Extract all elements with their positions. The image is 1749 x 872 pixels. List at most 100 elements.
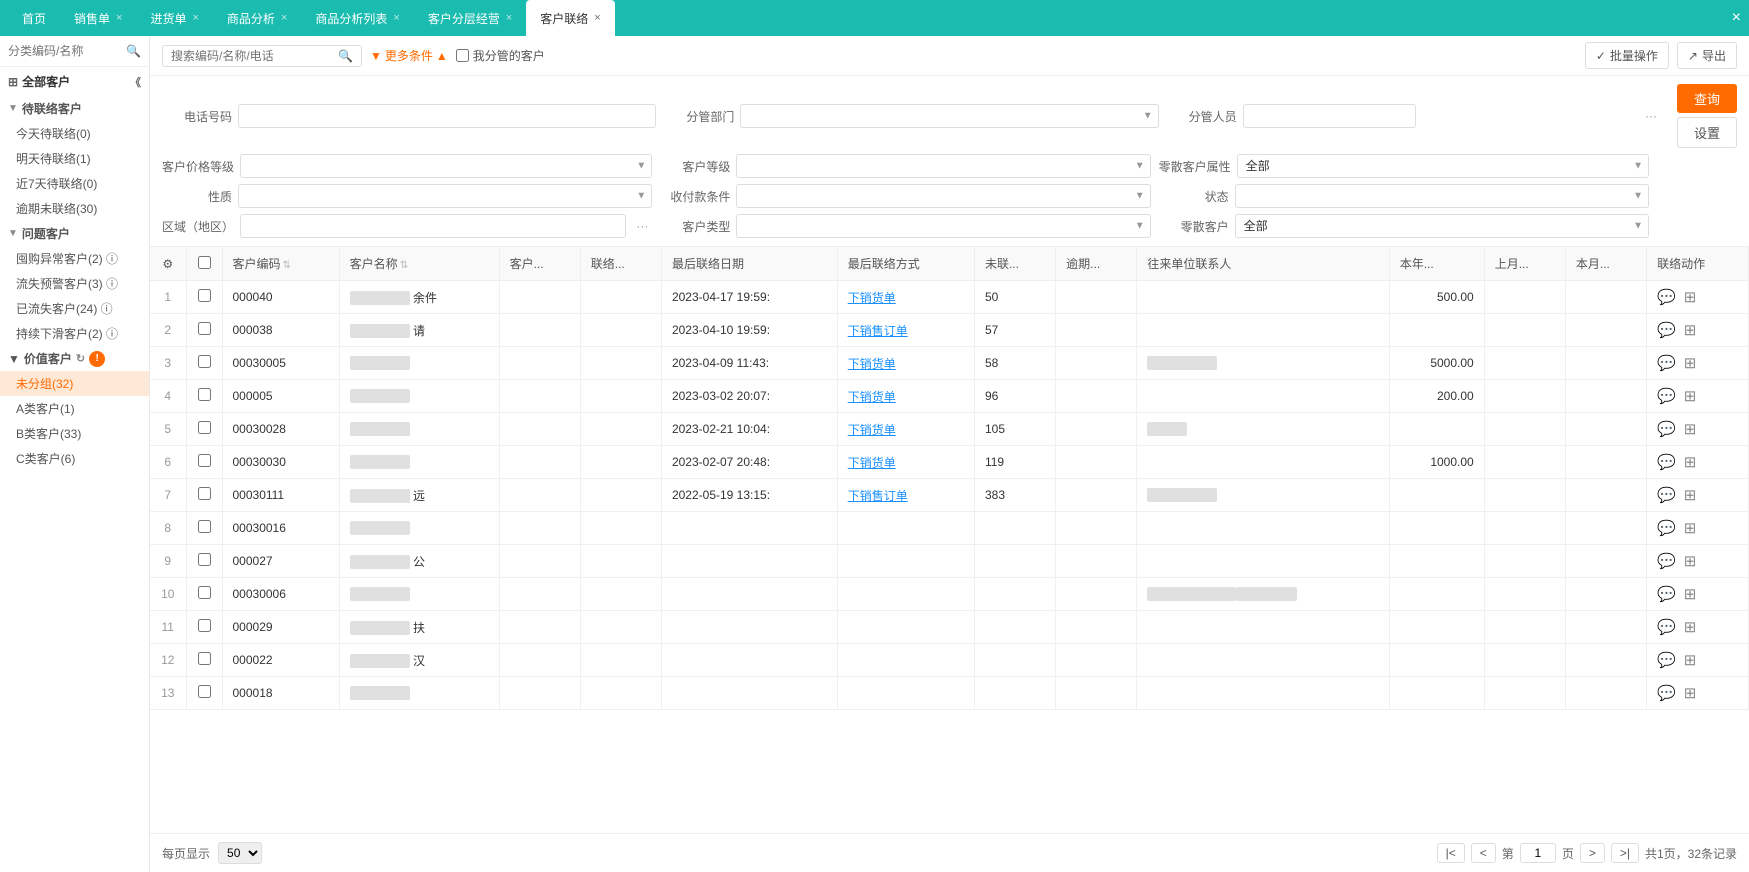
last-method-link[interactable]: 下销货单 <box>848 423 896 437</box>
action-more-icon[interactable]: ⊞ <box>1684 387 1697 405</box>
sidebar-search-icon[interactable]: 🔍 <box>126 44 141 58</box>
manager-dots-icon[interactable]: ··· <box>1641 109 1661 123</box>
sidebar-item-abnormal[interactable]: 囤购异常客户(2) ⓘ <box>0 246 149 271</box>
filter-input-manager[interactable] <box>1243 104 1416 128</box>
more-conditions-toggle[interactable]: ▼ 更多条件 ▲ <box>370 47 448 64</box>
action-message-icon[interactable]: 💬 <box>1657 618 1676 636</box>
action-more-icon[interactable]: ⊞ <box>1684 651 1697 669</box>
sidebar-item-7days[interactable]: 近7天待联络(0) <box>0 171 149 196</box>
refresh-icon[interactable]: ↻ <box>76 352 85 365</box>
action-more-icon[interactable]: ⊞ <box>1684 618 1697 636</box>
tab-product-list[interactable]: 商品分析列表 × <box>301 0 413 36</box>
filter-select-retail-attr[interactable]: 全部 <box>1237 154 1649 178</box>
row-checkbox[interactable] <box>198 652 211 665</box>
my-customers-checkbox[interactable] <box>456 49 469 62</box>
last-method-link[interactable]: 下销货单 <box>848 357 896 371</box>
row-checkbox[interactable] <box>198 553 211 566</box>
sidebar-item-declining[interactable]: 持续下滑客户(2) ⓘ <box>0 321 149 346</box>
row-checkbox[interactable] <box>198 685 211 698</box>
action-message-icon[interactable]: 💬 <box>1657 387 1676 405</box>
th-name[interactable]: 客户名称⇅ <box>339 247 499 281</box>
filter-search-icon[interactable]: 🔍 <box>338 49 353 63</box>
sidebar-item-churn-warn[interactable]: 流失预警客户(3) ⓘ <box>0 271 149 296</box>
next-page-button[interactable]: > <box>1580 843 1605 863</box>
filter-input-region[interactable] <box>240 214 626 238</box>
action-message-icon[interactable]: 💬 <box>1657 519 1676 537</box>
filter-input-phone[interactable] <box>238 104 656 128</box>
filter-select-dept[interactable] <box>740 104 1158 128</box>
batch-op-button[interactable]: ✓ 批量操作 <box>1585 42 1669 69</box>
sidebar-item-class-c[interactable]: C类客户(6) <box>0 446 149 471</box>
last-page-button[interactable]: >| <box>1611 843 1639 863</box>
action-more-icon[interactable]: ⊞ <box>1684 420 1697 438</box>
sidebar-item-tomorrow[interactable]: 明天待联络(1) <box>0 146 149 171</box>
row-checkbox[interactable] <box>198 355 211 368</box>
filter-select-retail-customer[interactable]: 全部 <box>1235 214 1649 238</box>
tab-customer-seg-close[interactable]: × <box>506 12 512 24</box>
action-more-icon[interactable]: ⊞ <box>1684 552 1697 570</box>
action-message-icon[interactable]: 💬 <box>1657 651 1676 669</box>
tab-sales-close[interactable]: × <box>116 12 122 24</box>
action-more-icon[interactable]: ⊞ <box>1684 684 1697 702</box>
action-more-icon[interactable]: ⊞ <box>1684 288 1697 306</box>
sidebar-item-lost[interactable]: 已流失客户(24) ⓘ <box>0 296 149 321</box>
sidebar-group-problem[interactable]: ▼ 问题客户 <box>0 221 149 246</box>
action-message-icon[interactable]: 💬 <box>1657 453 1676 471</box>
row-checkbox[interactable] <box>198 289 211 302</box>
tab-customer-seg[interactable]: 客户分层经营 × <box>414 0 526 36</box>
row-checkbox[interactable] <box>198 487 211 500</box>
tab-purchase[interactable]: 进货单 × <box>136 0 212 36</box>
sidebar-all-customers[interactable]: ⊞ 全部客户 《 <box>0 67 149 96</box>
action-more-icon[interactable]: ⊞ <box>1684 486 1697 504</box>
action-message-icon[interactable]: 💬 <box>1657 321 1676 339</box>
filter-select-nature[interactable] <box>238 184 652 208</box>
action-more-icon[interactable]: ⊞ <box>1684 453 1697 471</box>
action-message-icon[interactable]: 💬 <box>1657 420 1676 438</box>
last-method-link[interactable]: 下销货单 <box>848 291 896 305</box>
filter-select-payment[interactable] <box>736 184 1150 208</box>
sidebar-search-input[interactable] <box>8 44 122 58</box>
tab-product-analysis[interactable]: 商品分析 × <box>213 0 301 36</box>
export-button[interactable]: ↗ 导出 <box>1677 42 1737 69</box>
th-settings[interactable]: ⚙ <box>150 247 186 281</box>
tab-customer-contact[interactable]: 客户联络 × <box>526 0 614 36</box>
page-number-input[interactable] <box>1520 843 1556 863</box>
row-checkbox[interactable] <box>198 619 211 632</box>
row-checkbox[interactable] <box>198 388 211 401</box>
action-message-icon[interactable]: 💬 <box>1657 684 1676 702</box>
th-checkbox[interactable] <box>186 247 222 281</box>
filter-search-input[interactable] <box>171 49 338 63</box>
sidebar-group-pending[interactable]: ▼ 待联络客户 <box>0 96 149 121</box>
tab-purchase-close[interactable]: × <box>192 12 198 24</box>
filter-select-customer-level[interactable] <box>736 154 1150 178</box>
query-button[interactable]: 查询 <box>1677 84 1737 113</box>
action-message-icon[interactable]: 💬 <box>1657 585 1676 603</box>
tab-sales[interactable]: 销售单 × <box>60 0 136 36</box>
sidebar-collapse-icon[interactable]: 《 <box>130 74 141 90</box>
action-message-icon[interactable]: 💬 <box>1657 486 1676 504</box>
action-message-icon[interactable]: 💬 <box>1657 288 1676 306</box>
sidebar-item-ungrouped[interactable]: 未分组(32) <box>0 371 149 396</box>
filter-select-customer-type[interactable] <box>736 214 1150 238</box>
last-method-link[interactable]: 下销售订单 <box>848 489 908 503</box>
action-message-icon[interactable]: 💬 <box>1657 354 1676 372</box>
row-checkbox[interactable] <box>198 322 211 335</box>
action-more-icon[interactable]: ⊞ <box>1684 585 1697 603</box>
action-more-icon[interactable]: ⊞ <box>1684 519 1697 537</box>
sidebar-item-overdue[interactable]: 逾期未联络(30) <box>0 196 149 221</box>
select-all-checkbox[interactable] <box>198 256 211 269</box>
prev-page-button[interactable]: < <box>1471 843 1496 863</box>
th-code[interactable]: 客户编码⇅ <box>222 247 339 281</box>
action-more-icon[interactable]: ⊞ <box>1684 321 1697 339</box>
filter-select-status[interactable] <box>1235 184 1649 208</box>
filter-select-price-level[interactable] <box>240 154 652 178</box>
row-checkbox[interactable] <box>198 586 211 599</box>
per-page-select[interactable]: 50 <box>218 842 262 864</box>
action-message-icon[interactable]: 💬 <box>1657 552 1676 570</box>
last-method-link[interactable]: 下销售订单 <box>848 324 908 338</box>
region-dots-icon[interactable]: ··· <box>632 219 652 233</box>
tab-product-list-close[interactable]: × <box>393 12 399 24</box>
tab-customer-contact-close[interactable]: × <box>594 12 600 24</box>
last-method-link[interactable]: 下销货单 <box>848 390 896 404</box>
tab-product-analysis-close[interactable]: × <box>281 12 287 24</box>
